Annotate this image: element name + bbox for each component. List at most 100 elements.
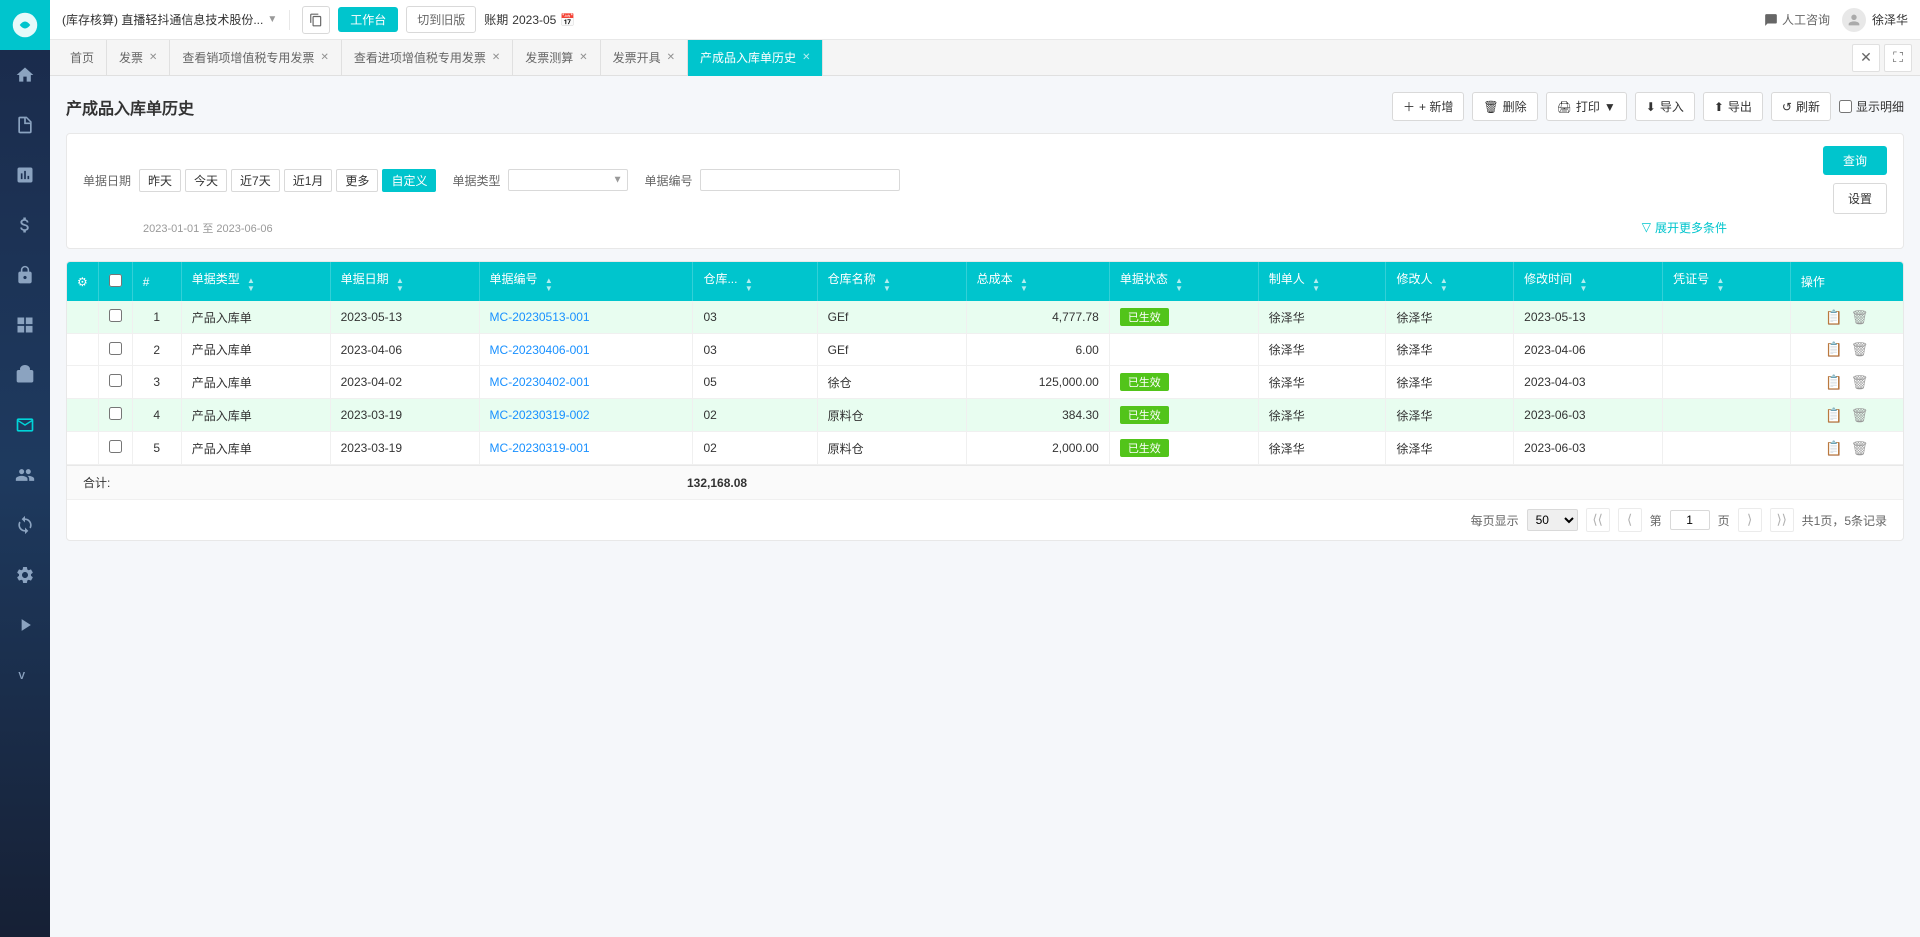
sidebar-item-play[interactable] [0, 600, 50, 650]
sidebar-item-docs[interactable] [0, 100, 50, 150]
op-delete-2[interactable]: 🗑 [1851, 374, 1869, 391]
filter-settings-button[interactable]: 设置 [1833, 183, 1887, 214]
select-all-checkbox[interactable] [109, 274, 122, 287]
td-voucher-2 [1663, 366, 1791, 399]
tab-invoice-calc-close[interactable]: ✕ [579, 52, 587, 63]
page-last-btn[interactable]: ⟩⟩ [1770, 508, 1794, 532]
quick-btn-7days[interactable]: 近7天 [231, 169, 280, 192]
tabs-close-all[interactable]: ✕ [1852, 44, 1880, 72]
calendar-icon[interactable]: 📅 [560, 13, 575, 27]
tab-invoice-close[interactable]: ✕ [149, 52, 157, 63]
op-edit-2[interactable]: 📋 [1825, 374, 1842, 391]
sidebar-item-lock[interactable] [0, 250, 50, 300]
op-edit-1[interactable]: 📋 [1825, 341, 1842, 358]
row-checkbox-2[interactable] [109, 374, 122, 387]
sidebar-item-analytics[interactable] [0, 150, 50, 200]
doc-link-2[interactable]: MC-20230402-001 [490, 375, 590, 389]
company-selector[interactable]: (库存核算) 直播轻抖通信息技术股份... ▼ [62, 11, 277, 28]
tab-invoice-issue-close[interactable]: ✕ [667, 52, 675, 63]
op-delete-1[interactable]: 🗑 [1851, 341, 1869, 358]
th-creator[interactable]: 制单人 ▲▼ [1258, 262, 1386, 301]
sidebar-item-refresh[interactable] [0, 500, 50, 550]
th-date[interactable]: 单据日期 ▲▼ [330, 262, 479, 301]
tab-purchase-invoice[interactable]: 查看进项增值税专用发票 ✕ [342, 40, 513, 76]
page-prev-btn[interactable]: ⟨ [1618, 508, 1642, 532]
page-total-info: 共1页，5条记录 [1802, 512, 1887, 529]
service-label: 人工咨询 [1782, 11, 1830, 28]
delete-button[interactable]: 🗑 删除 [1472, 92, 1537, 121]
user-menu[interactable]: 徐泽华 [1842, 8, 1908, 32]
doc-link-0[interactable]: MC-20230513-001 [490, 310, 590, 324]
th-docno[interactable]: 单据编号 ▲▼ [479, 262, 693, 301]
sidebar-item-version[interactable]: V [0, 650, 50, 700]
tab-product-history-close[interactable]: ✕ [802, 52, 810, 63]
filter-type-select[interactable]: 产品入库单 [508, 169, 628, 191]
quick-btn-custom[interactable]: 自定义 [382, 169, 436, 192]
tab-invoice-calc[interactable]: 发票测算 ✕ [513, 40, 600, 76]
sidebar-item-home[interactable] [0, 50, 50, 100]
sidebar-item-warehouse[interactable] [0, 400, 50, 450]
doc-link-4[interactable]: MC-20230319-001 [490, 441, 590, 455]
expand-conditions-btn[interactable]: ▽ 展开更多条件 [1642, 219, 1727, 236]
quick-btn-yesterday[interactable]: 昨天 [139, 169, 181, 192]
show-detail-checkbox[interactable]: 显示明细 [1839, 98, 1904, 115]
page-first-btn[interactable]: ⟨⟨ [1586, 508, 1610, 532]
quick-btn-today[interactable]: 今天 [185, 169, 227, 192]
sidebar-item-settings[interactable] [0, 550, 50, 600]
th-status[interactable]: 单据状态 ▲▼ [1109, 262, 1258, 301]
tabs-maximize[interactable]: ⛶ [1884, 44, 1912, 72]
th-type[interactable]: 单据类型 ▲▼ [181, 262, 330, 301]
old-version-button[interactable]: 切到旧版 [406, 6, 476, 33]
doc-link-3[interactable]: MC-20230319-002 [490, 408, 590, 422]
row-checkbox-4[interactable] [109, 440, 122, 453]
op-edit-3[interactable]: 📋 [1825, 407, 1842, 424]
quick-btn-more[interactable]: 更多 [336, 169, 378, 192]
page-next-btn[interactable]: ⟩ [1738, 508, 1762, 532]
new-button[interactable]: ＋ + 新增 [1392, 92, 1464, 121]
td-status-3: 已生效 [1109, 399, 1258, 432]
query-button[interactable]: 查询 [1823, 146, 1887, 175]
th-warehouse-name[interactable]: 仓库名称 ▲▼ [817, 262, 966, 301]
row-checkbox-3[interactable] [109, 407, 122, 420]
th-settings[interactable]: ⚙ [67, 262, 98, 301]
op-delete-0[interactable]: 🗑 [1851, 309, 1869, 326]
op-edit-0[interactable]: 📋 [1825, 309, 1842, 326]
th-modifier[interactable]: 修改人 ▲▼ [1386, 262, 1514, 301]
th-date-label: 单据日期 [341, 272, 389, 286]
copy-button[interactable] [302, 6, 330, 34]
app-logo[interactable] [0, 0, 50, 50]
sidebar-item-grid[interactable] [0, 300, 50, 350]
doc-link-1[interactable]: MC-20230406-001 [490, 343, 590, 357]
op-edit-4[interactable]: 📋 [1825, 440, 1842, 457]
op-delete-3[interactable]: 🗑 [1851, 407, 1869, 424]
th-warehouse-no[interactable]: 仓库... ▲▼ [693, 262, 817, 301]
show-detail-input[interactable] [1839, 100, 1852, 113]
export-button[interactable]: ⬆ 导出 [1703, 92, 1763, 121]
import-button[interactable]: ⬇ 导入 [1635, 92, 1695, 121]
th-voucher[interactable]: 凭证号 ▲▼ [1663, 262, 1791, 301]
tab-invoice-issue[interactable]: 发票开具 ✕ [601, 40, 688, 76]
refresh-button[interactable]: ↺ 刷新 [1771, 92, 1831, 121]
tab-product-history[interactable]: 产成品入库单历史 ✕ [688, 40, 823, 76]
page-input[interactable] [1670, 510, 1710, 530]
sidebar-item-report[interactable] [0, 350, 50, 400]
tab-sales-invoice-close[interactable]: ✕ [320, 52, 328, 63]
quick-btn-1month[interactable]: 近1月 [284, 169, 333, 192]
td-type-2: 产品入库单 [181, 366, 330, 399]
workbench-button[interactable]: 工作台 [338, 7, 398, 32]
service-button[interactable]: 人工咨询 [1764, 11, 1830, 28]
tab-invoice[interactable]: 发票 ✕ [107, 40, 170, 76]
filter-docnum-input[interactable] [700, 169, 900, 191]
print-button[interactable]: 🖨 打印 ▼ [1546, 92, 1627, 121]
th-total-cost[interactable]: 总成本 ▲▼ [966, 262, 1109, 301]
th-modify-time[interactable]: 修改时间 ▲▼ [1514, 262, 1663, 301]
sidebar-item-people[interactable] [0, 450, 50, 500]
row-checkbox-1[interactable] [109, 342, 122, 355]
tab-sales-invoice[interactable]: 查看销项增值税专用发票 ✕ [170, 40, 341, 76]
op-delete-4[interactable]: 🗑 [1851, 440, 1869, 457]
sidebar-item-finance[interactable] [0, 200, 50, 250]
page-size-select[interactable]: 50 20 100 [1527, 509, 1578, 531]
tab-purchase-invoice-close[interactable]: ✕ [492, 52, 500, 63]
tab-home[interactable]: 首页 [58, 40, 107, 76]
row-checkbox-0[interactable] [109, 309, 122, 322]
